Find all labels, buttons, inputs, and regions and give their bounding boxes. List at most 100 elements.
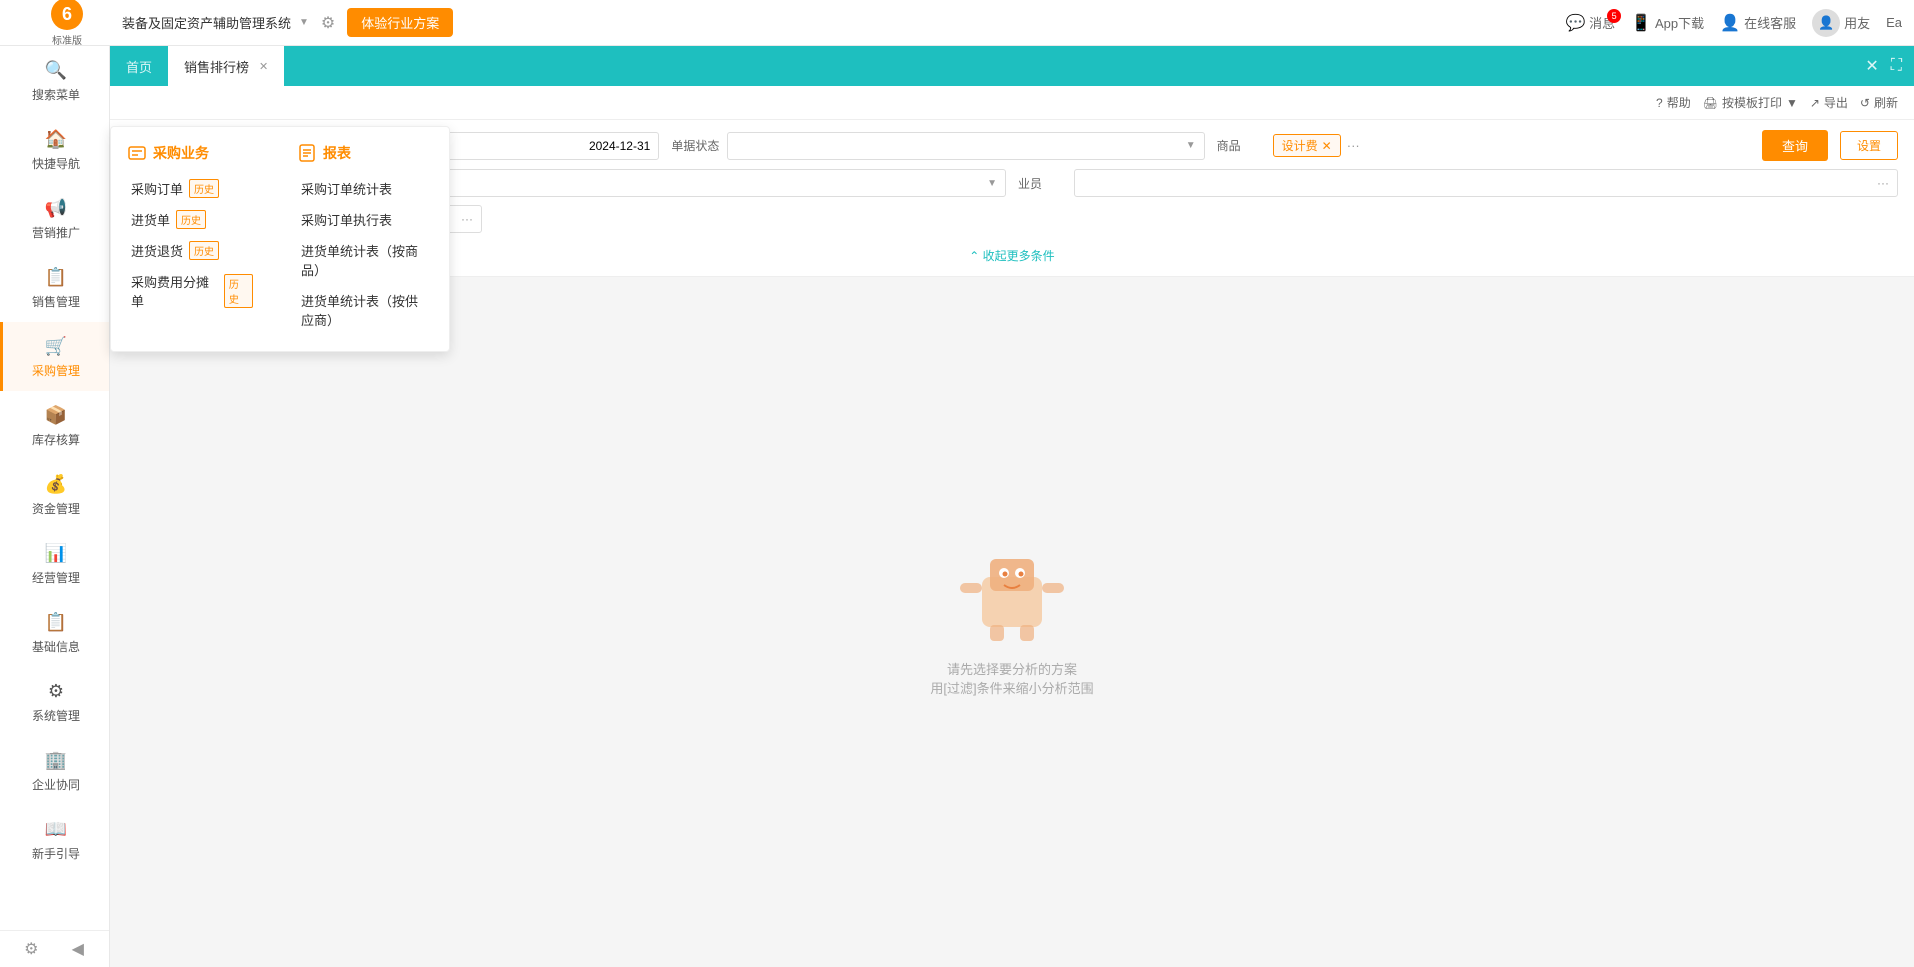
system-title-text: 装备及固定资产辅助管理系统 [122, 13, 291, 32]
purchase-expense-label: 采购费用分摊单 [131, 272, 218, 310]
query-button[interactable]: 查询 [1762, 130, 1828, 161]
print-action[interactable]: 🖨 按模板打印 ▼ [1703, 94, 1798, 111]
report-section-label: 报表 [323, 143, 351, 163]
sidebar-item-finance[interactable]: 💰 资金管理 [0, 460, 109, 529]
menu-item-stock-by-goods[interactable]: 进货单统计表（按商品） [297, 235, 433, 285]
print-label: 按模板打印 [1722, 94, 1782, 111]
sidebar: 🔍 搜索菜单 🏠 快捷导航 📢 营销推广 📋 销售管理 🛒 采购管理 📦 库存核… [0, 46, 110, 967]
sidebar-item-search[interactable]: 🔍 搜索菜单 [0, 46, 109, 115]
refresh-action[interactable]: ↺ 刷新 [1860, 94, 1898, 111]
set-button[interactable]: 设置 [1840, 131, 1898, 160]
inventory-icon: 📦 [44, 403, 68, 427]
sidebar-label-sales: 销售管理 [32, 293, 80, 310]
goods-tag[interactable]: 设计费 ✕ [1273, 134, 1341, 157]
sidebar-label-enterprise: 企业协同 [32, 776, 80, 793]
report-section: 报表 采购订单统计表 采购订单执行表 进货单统计表（按商品） 进货单统计表（按供… [297, 143, 433, 335]
phone-icon: 📱 [1631, 13, 1651, 33]
robot-svg [952, 547, 1072, 647]
sidebar-item-marketing[interactable]: 📢 营销推广 [0, 184, 109, 253]
system-icon: ⚙ [44, 679, 68, 703]
sidebar-item-purchase[interactable]: 🛒 采购管理 [0, 322, 109, 391]
purchase-section-label: 采购业务 [153, 143, 209, 163]
purchase-section-title: 采购业务 [127, 143, 257, 163]
industry-btn[interactable]: 体验行业方案 [347, 8, 453, 37]
purchase-icon: 🛒 [44, 334, 68, 358]
sidebar-label-inventory: 库存核算 [32, 431, 80, 448]
goods-tag-text: 设计费 [1282, 137, 1318, 154]
service-icon: 👤 [1720, 13, 1740, 33]
marketing-icon: 📢 [44, 196, 68, 220]
help-action[interactable]: ? 帮助 [1656, 94, 1691, 111]
search-icon: 🔍 [44, 58, 68, 82]
export-action[interactable]: ↗ 导出 [1810, 94, 1848, 111]
sidebar-item-basic[interactable]: 📋 基础信息 [0, 598, 109, 667]
sidebar-label-finance: 资金管理 [32, 500, 80, 517]
salesperson-input[interactable]: ··· [1074, 169, 1898, 197]
salesperson-label: 业员 [1018, 175, 1068, 192]
avatar: 👤 [1812, 9, 1840, 37]
operations-icon: 📊 [44, 541, 68, 565]
sidebar-label-purchase: 采购管理 [32, 362, 80, 379]
goods-dots[interactable]: ··· [1347, 138, 1360, 153]
tab-bar: 首页 销售排行榜 ✕ ✕ ⛶ [110, 46, 1914, 86]
sidebar-item-inventory[interactable]: 📦 库存核算 [0, 391, 109, 460]
date-value: 2024-12-31 [589, 139, 650, 153]
empty-state: 请先选择要分析的方案 用[过滤]条件来缩小分析范围 [110, 277, 1914, 967]
purchase-order-label: 采购订单 [131, 179, 183, 198]
sidebar-collapse-btn[interactable]: ◀ [55, 939, 102, 959]
empty-line1: 请先选择要分析的方案 [930, 659, 1093, 678]
user-action[interactable]: 👤 用友 [1812, 9, 1870, 37]
sidebar-item-nav[interactable]: 🏠 快捷导航 [0, 115, 109, 184]
sidebar-bottom: ⚙ ◀ [0, 930, 109, 967]
customer-dots[interactable]: ··· [461, 212, 473, 226]
logo-icon: 6 [51, 0, 83, 30]
tab-sales-rank[interactable]: 销售排行榜 ✕ [168, 46, 284, 86]
stock-by-supplier-label: 进货单统计表（按供应商） [301, 291, 429, 329]
tab-close-icon[interactable]: ✕ [259, 60, 268, 73]
help-icon: ? [1656, 96, 1663, 110]
menu-item-stock-in[interactable]: 进货单 历史 [127, 204, 257, 235]
settings-icon[interactable]: ⚙ [321, 13, 335, 33]
goods-tag-close[interactable]: ✕ [1322, 139, 1332, 153]
sidebar-item-system[interactable]: ⚙ 系统管理 [0, 667, 109, 736]
service-action[interactable]: 👤 在线客服 [1720, 13, 1796, 33]
tab-home-label: 首页 [126, 57, 152, 76]
status-input[interactable]: ▼ [727, 132, 1204, 160]
export-label: 导出 [1824, 94, 1848, 111]
message-action[interactable]: 💬 消息 5 [1566, 13, 1616, 33]
sidebar-item-sales[interactable]: 📋 销售管理 [0, 253, 109, 322]
salesperson-dots[interactable]: ··· [1877, 176, 1889, 190]
sidebar-settings-btn[interactable]: ⚙ [8, 939, 55, 959]
menu-item-purchase-order[interactable]: 采购订单 历史 [127, 173, 257, 204]
sidebar-label-search: 搜索菜单 [32, 86, 80, 103]
tab-home[interactable]: 首页 [110, 46, 168, 86]
empty-text: 请先选择要分析的方案 用[过滤]条件来缩小分析范围 [930, 659, 1093, 697]
stock-return-label: 进货退货 [131, 241, 183, 260]
app-label: App下载 [1655, 13, 1704, 32]
title-dropdown-arrow[interactable]: ▼ [299, 17, 309, 28]
app-download-action[interactable]: 📱 App下载 [1631, 13, 1704, 33]
po-exec-label: 采购订单执行表 [301, 210, 392, 229]
filter-status: 单据状态 ▼ [671, 132, 1204, 160]
guide-icon: 📖 [44, 817, 68, 841]
logo-area: 6 标准版 [12, 0, 122, 47]
goods-label: 商品 [1217, 137, 1267, 154]
sidebar-item-operations[interactable]: 📊 经营管理 [0, 529, 109, 598]
menu-item-po-stat[interactable]: 采购订单统计表 [297, 173, 433, 204]
purchase-expense-history: 历史 [224, 274, 253, 308]
sales-icon: 📋 [44, 265, 68, 289]
tab-close-btn[interactable]: ✕ [1861, 52, 1882, 80]
sidebar-item-guide[interactable]: 📖 新手引导 [0, 805, 109, 874]
empty-line2: 用[过滤]条件来缩小分析范围 [930, 678, 1093, 697]
status-label: 单据状态 [671, 137, 721, 154]
sidebar-item-enterprise[interactable]: 🏢 企业协同 [0, 736, 109, 805]
refresh-icon: ↺ [1860, 96, 1870, 110]
tab-sales-rank-label: 销售排行榜 [184, 57, 249, 76]
help-label: 帮助 [1667, 94, 1691, 111]
stock-by-goods-label: 进货单统计表（按商品） [301, 241, 429, 279]
menu-item-purchase-expense[interactable]: 采购费用分摊单 历史 [127, 266, 257, 316]
tab-expand-btn[interactable]: ⛶ [1887, 53, 1906, 79]
menu-item-stock-return[interactable]: 进货退货 历史 [127, 235, 257, 266]
menu-item-po-exec[interactable]: 采购订单执行表 [297, 204, 433, 235]
menu-item-stock-by-supplier[interactable]: 进货单统计表（按供应商） [297, 285, 433, 335]
